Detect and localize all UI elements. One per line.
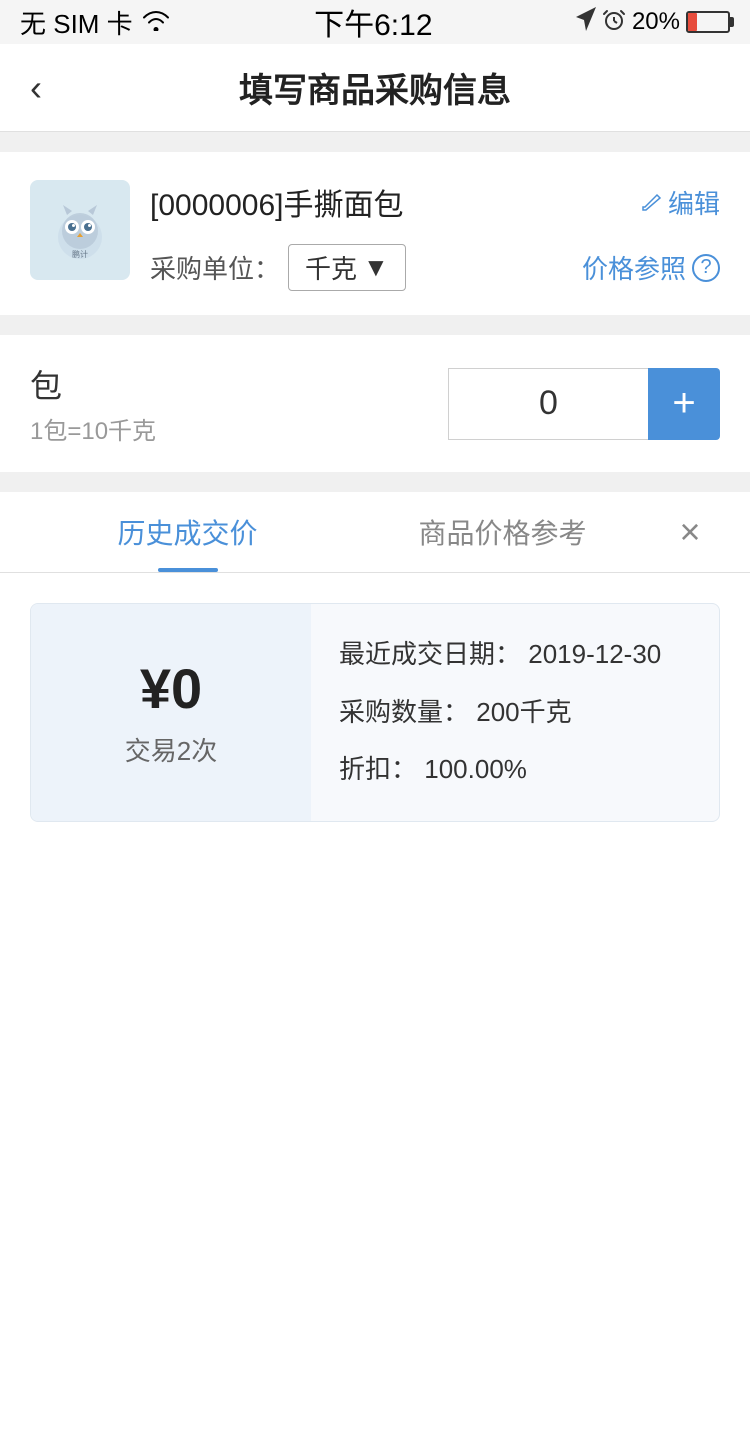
bottom-panel: 历史成交价 商品价格参考 × ¥0 交易2次 最近成交日期： 2019-12-3…: [0, 492, 750, 1452]
qty-unit: 包: [30, 361, 156, 407]
status-right: 20%: [576, 7, 730, 38]
status-time: 下午6:12: [314, 0, 432, 44]
nav-bar: ‹ 填写商品采购信息: [0, 44, 750, 132]
history-content: ¥0 交易2次 最近成交日期： 2019-12-30 采购数量： 200千克 折…: [0, 573, 750, 852]
product-card: 鹏计 [0000006]手撕面包 编辑 采购单位：: [0, 152, 750, 315]
location-icon: [576, 7, 596, 38]
alarm-icon: [602, 7, 626, 38]
price-ref-button[interactable]: 价格参照 ?: [582, 249, 720, 286]
quantity-input[interactable]: [448, 368, 648, 440]
chevron-down-icon: ▼: [363, 252, 389, 283]
product-title: [0000006]手撕面包: [150, 180, 403, 224]
qty-plus-button[interactable]: +: [648, 368, 720, 440]
discount-row: 折扣： 100.00%: [339, 749, 691, 791]
unit-row: 采购单位： 千克 ▼ 价格参照 ?: [150, 244, 720, 291]
qty-conversion: 1包=10千克: [30, 411, 156, 446]
svg-text:鹏计: 鹏计: [72, 249, 88, 259]
help-icon: ?: [692, 254, 720, 282]
battery-percent: 20%: [632, 8, 680, 36]
quantity-section: 包 1包=10千克 +: [0, 315, 750, 472]
latest-date-label: 最近成交日期：: [339, 639, 521, 669]
unit-label: 采购单位：: [150, 249, 280, 286]
discount-value: 100.00%: [424, 754, 527, 784]
carrier-text: 无 SIM 卡: [20, 4, 133, 41]
quantity-input-group: +: [448, 368, 720, 440]
page-title: 填写商品采购信息: [239, 63, 511, 112]
tab-history-price[interactable]: 历史成交价: [30, 492, 345, 572]
price-display: ¥0: [140, 656, 202, 721]
quantity-label: 包 1包=10千克: [30, 361, 156, 446]
product-info: [0000006]手撕面包 编辑 采购单位： 千克 ▼: [150, 180, 720, 291]
discount-label: 折扣：: [339, 754, 417, 784]
latest-date-row: 最近成交日期： 2019-12-30: [339, 634, 691, 676]
card-details: 最近成交日期： 2019-12-30 采购数量： 200千克 折扣： 100.0…: [311, 604, 719, 821]
product-title-row: [0000006]手撕面包 编辑: [150, 180, 720, 224]
tab-price-ref[interactable]: 商品价格参考: [345, 492, 660, 572]
bottom-spacer: [0, 852, 750, 1452]
latest-date-value: 2019-12-30: [528, 639, 661, 669]
edit-button[interactable]: 编辑: [642, 184, 720, 221]
status-bar: 无 SIM 卡 下午6:12 20%: [0, 0, 750, 44]
product-header: 鹏计 [0000006]手撕面包 编辑 采购单位：: [30, 180, 720, 291]
wifi-icon: [141, 7, 171, 38]
product-thumbnail: 鹏计: [30, 180, 130, 280]
status-left: 无 SIM 卡: [20, 4, 171, 41]
battery-icon: [686, 11, 730, 33]
transaction-count: 交易2次: [125, 731, 217, 768]
purchase-qty-row: 采购数量： 200千克: [339, 692, 691, 734]
tabs-row: 历史成交价 商品价格参考 ×: [0, 492, 750, 573]
card-price-summary: ¥0 交易2次: [31, 604, 311, 821]
purchase-qty-label: 采购数量：: [339, 697, 469, 727]
purchase-qty-value: 200千克: [476, 697, 571, 727]
unit-select[interactable]: 千克 ▼: [288, 244, 406, 291]
history-card: ¥0 交易2次 最近成交日期： 2019-12-30 采购数量： 200千克 折…: [30, 603, 720, 822]
close-button[interactable]: ×: [660, 502, 720, 562]
back-button[interactable]: ‹: [30, 67, 42, 109]
tab-active-indicator: [158, 568, 218, 572]
